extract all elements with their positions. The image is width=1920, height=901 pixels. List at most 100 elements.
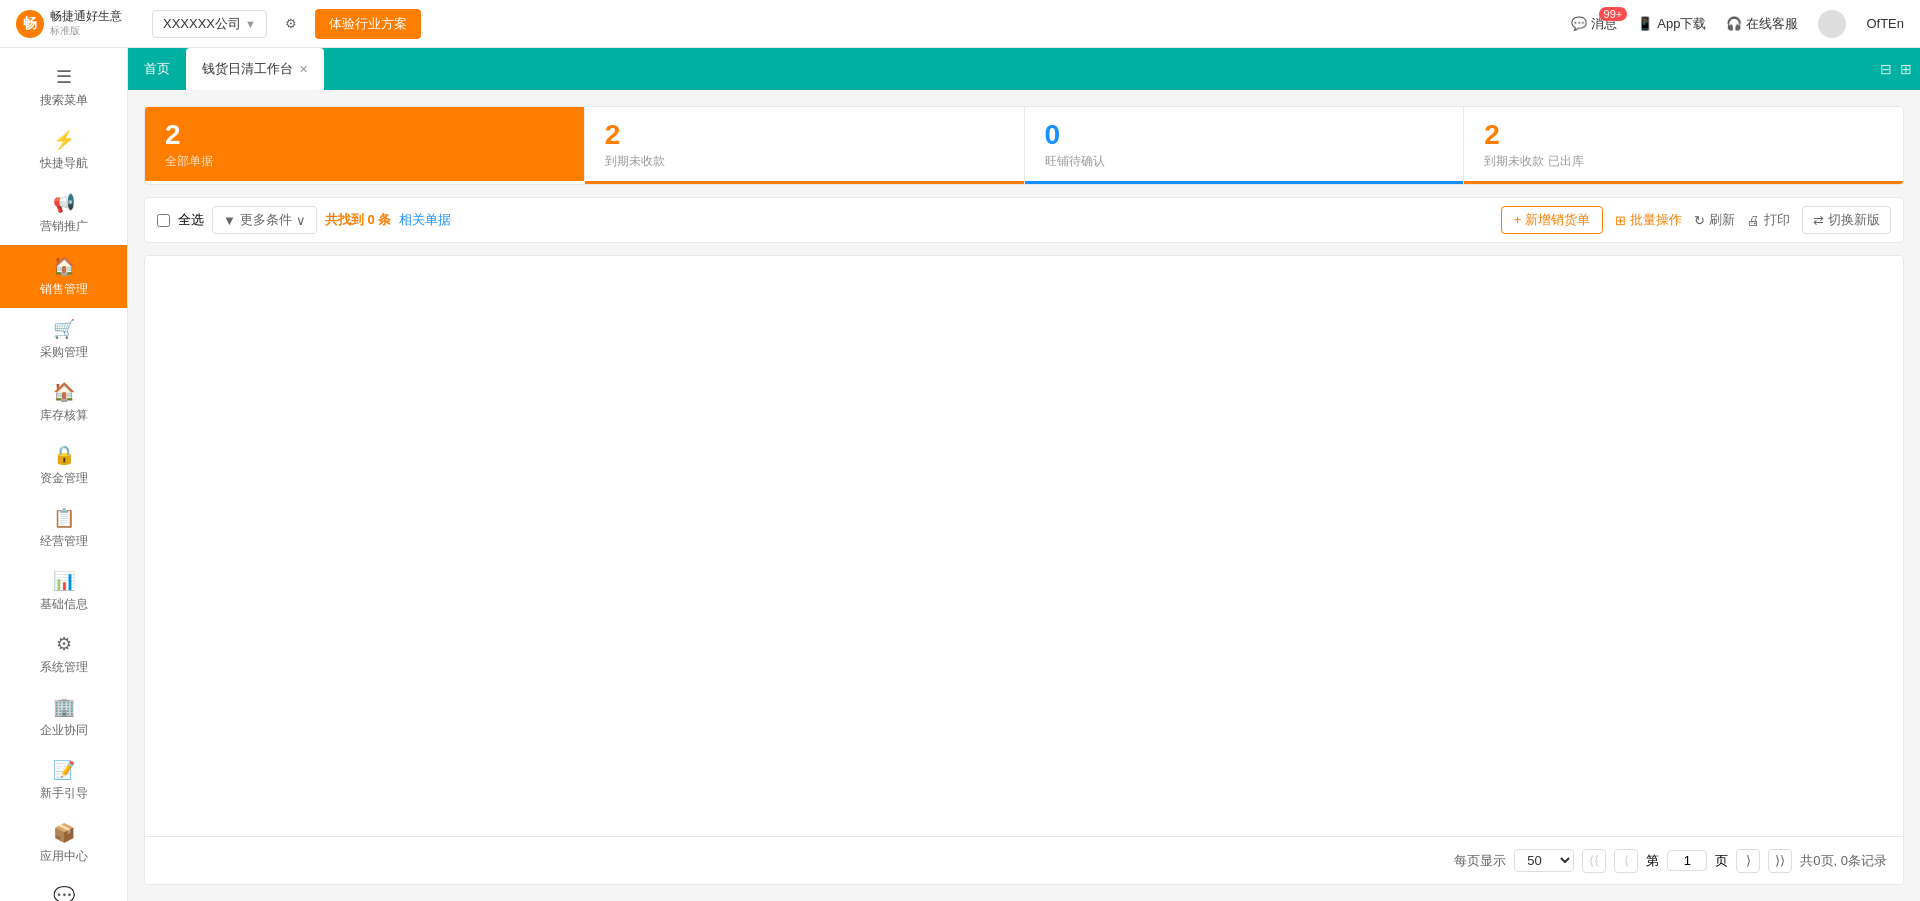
page-size-select[interactable]: 50 100 200 — [1514, 849, 1574, 872]
company-selector[interactable]: XXXXXX公司 ▼ — [152, 10, 267, 38]
sidebar-item-search[interactable]: ☰ 搜索菜单 — [0, 56, 127, 119]
finance-icon: 🔒 — [53, 444, 75, 466]
user-name: OfTEn — [1866, 16, 1904, 31]
sidebar-item-purchase[interactable]: 🛒 采购管理 — [0, 308, 127, 371]
refresh-label: 刷新 — [1709, 211, 1735, 229]
stats-num-overdue: 2 — [605, 121, 1004, 149]
switch-label: 切换新版 — [1828, 211, 1880, 229]
stats-num-shipped: 2 — [1484, 121, 1883, 149]
wechat-icon: 💬 — [53, 885, 75, 901]
toolbar: 全选 ▼ 更多条件 ∨ 共找到 0 条 相关单据 + 新增销货单 — [144, 197, 1904, 243]
table-area: 每页显示 50 100 200 ⟨⟨ ⟨ 第 页 ⟩ ⟩⟩ 共0页, 0条记录 — [144, 255, 1904, 885]
switch-icon: ⇄ — [1813, 213, 1824, 228]
stats-num-pending: 0 — [1045, 121, 1444, 149]
table-empty-state — [145, 256, 1903, 836]
sidebar-item-inventory[interactable]: 🏠 库存核算 — [0, 371, 127, 434]
page-prev-button[interactable]: ⟨ — [1614, 849, 1638, 873]
add-sales-order-button[interactable]: + 新增销货单 — [1501, 206, 1603, 234]
sidebar-item-enterprise[interactable]: 🏢 企业协同 — [0, 686, 127, 749]
sidebar-item-finance[interactable]: 🔒 资金管理 — [0, 434, 127, 497]
tab-home[interactable]: 首页 — [128, 48, 186, 90]
app-download-button[interactable]: 📱 App下载 — [1637, 15, 1706, 33]
sidebar-label-search: 搜索菜单 — [40, 92, 88, 109]
service-icon: 🎧 — [1726, 16, 1742, 31]
pagination: 每页显示 50 100 200 ⟨⟨ ⟨ 第 页 ⟩ ⟩⟩ 共0页, 0条记录 — [145, 836, 1903, 884]
logo-icon: 畅 — [16, 10, 44, 38]
download-icon: 📱 — [1637, 16, 1653, 31]
tab-bar: 首页 钱货日清工作台 ✕ ⊟ ⊞ — [128, 48, 1920, 90]
stats-desc-all: 全部单据 — [165, 153, 564, 170]
card-underline-shipped — [1464, 181, 1903, 184]
card-underline-overdue — [585, 181, 1024, 184]
tab-expand-icon[interactable]: ⊞ — [1900, 61, 1912, 77]
page-summary: 共0页, 0条记录 — [1800, 852, 1887, 870]
sidebar-item-operation[interactable]: 📋 经营管理 — [0, 497, 127, 560]
sidebar-item-guide[interactable]: 📝 新手引导 — [0, 749, 127, 812]
stats-desc-overdue: 到期未收款 — [605, 153, 1004, 170]
sidebar-item-quick-nav[interactable]: ⚡ 快捷导航 — [0, 119, 127, 182]
tab-cashflow[interactable]: 钱货日清工作台 ✕ — [186, 48, 324, 90]
inventory-icon: 🏠 — [53, 381, 75, 403]
guide-icon: 📝 — [53, 759, 75, 781]
message-badge: 99+ — [1599, 7, 1628, 21]
message-button[interactable]: 💬 消息 99+ — [1571, 15, 1617, 33]
sidebar: ☰ 搜索菜单 ⚡ 快捷导航 📢 营销推广 🏠 销售管理 🛒 采购管理 🏠 库存核… — [0, 48, 128, 901]
select-all-label: 全选 — [178, 211, 204, 229]
logo-subtitle: 标准版 — [50, 24, 122, 38]
appcenter-icon: 📦 — [53, 822, 75, 844]
page-label: 第 — [1646, 852, 1659, 870]
select-all-checkbox[interactable] — [157, 214, 170, 227]
filter-icon: ▼ — [223, 213, 236, 228]
print-icon: 🖨 — [1747, 213, 1760, 228]
trial-button[interactable]: 体验行业方案 — [315, 9, 421, 39]
app-download-label: App下载 — [1657, 15, 1706, 33]
toolbar-right: + 新增销货单 ⊞ 批量操作 ↻ 刷新 🖨 打印 ⇄ — [1501, 206, 1891, 234]
sidebar-item-marketing[interactable]: 📢 营销推广 — [0, 182, 127, 245]
system-icon: ⚙ — [56, 633, 72, 655]
sidebar-label-sales: 销售管理 — [40, 281, 88, 298]
filter-chevron-icon: ∨ — [296, 213, 306, 228]
stats-card-pending[interactable]: 0 旺铺待确认 — [1025, 107, 1465, 184]
sidebar-label-enterprise: 企业协同 — [40, 722, 88, 739]
page-size-label: 每页显示 — [1454, 852, 1506, 870]
sidebar-item-app-center[interactable]: 📦 应用中心 — [0, 812, 127, 875]
tab-restore-icon[interactable]: ⊟ — [1880, 61, 1892, 77]
page-input[interactable] — [1667, 850, 1707, 871]
print-button[interactable]: 🖨 打印 — [1747, 211, 1790, 229]
page-label2: 页 — [1715, 852, 1728, 870]
switch-version-button[interactable]: ⇄ 切换新版 — [1802, 206, 1891, 234]
baseinfo-icon: 📊 — [53, 570, 75, 592]
stats-card-all[interactable]: 2 全部单据 — [145, 107, 585, 184]
sidebar-item-wechat[interactable]: 💬 企业微信 — [0, 875, 127, 901]
online-service-button[interactable]: 🎧 在线客服 — [1726, 15, 1798, 33]
page-last-button[interactable]: ⟩⟩ — [1768, 849, 1792, 873]
sidebar-label-finance: 资金管理 — [40, 470, 88, 487]
sidebar-item-base-info[interactable]: 📊 基础信息 — [0, 560, 127, 623]
related-link[interactable]: 相关单据 — [399, 211, 451, 229]
stats-card-overdue[interactable]: 2 到期未收款 — [585, 107, 1025, 184]
batch-operation-button[interactable]: ⊞ 批量操作 — [1615, 211, 1682, 229]
tab-close-icon[interactable]: ✕ — [299, 63, 308, 76]
page-first-button[interactable]: ⟨⟨ — [1582, 849, 1606, 873]
filter-button[interactable]: ▼ 更多条件 ∨ — [212, 206, 317, 234]
found-prefix: 共找到 — [325, 212, 364, 227]
main-layout: ☰ 搜索菜单 ⚡ 快捷导航 📢 营销推广 🏠 销售管理 🛒 采购管理 🏠 库存核… — [0, 48, 1920, 901]
card-underline-all — [145, 181, 584, 184]
stats-card-shipped[interactable]: 2 到期未收款 已出库 — [1464, 107, 1903, 184]
sidebar-item-sales[interactable]: 🏠 销售管理 — [0, 245, 127, 308]
page-next-button[interactable]: ⟩ — [1736, 849, 1760, 873]
batch-icon: ⊞ — [1615, 213, 1626, 228]
sidebar-label-inventory: 库存核算 — [40, 407, 88, 424]
settings-button[interactable]: ⚙ — [275, 8, 307, 40]
page-content: 2 全部单据 2 到期未收款 0 旺铺待确认 2 到期未收款 已出库 — [128, 90, 1920, 901]
logo-text-block: 畅捷通好生意 标准版 — [50, 9, 122, 39]
operation-icon: 📋 — [53, 507, 75, 529]
tab-bar-actions: ⊟ ⊞ — [1880, 61, 1920, 77]
avatar[interactable] — [1818, 10, 1846, 38]
filter-label: 更多条件 — [240, 211, 292, 229]
sidebar-label-marketing: 营销推广 — [40, 218, 88, 235]
sidebar-item-system[interactable]: ⚙ 系统管理 — [0, 623, 127, 686]
refresh-button[interactable]: ↻ 刷新 — [1694, 211, 1735, 229]
refresh-icon: ↻ — [1694, 213, 1705, 228]
found-count-text: 共找到 0 条 — [325, 211, 391, 229]
